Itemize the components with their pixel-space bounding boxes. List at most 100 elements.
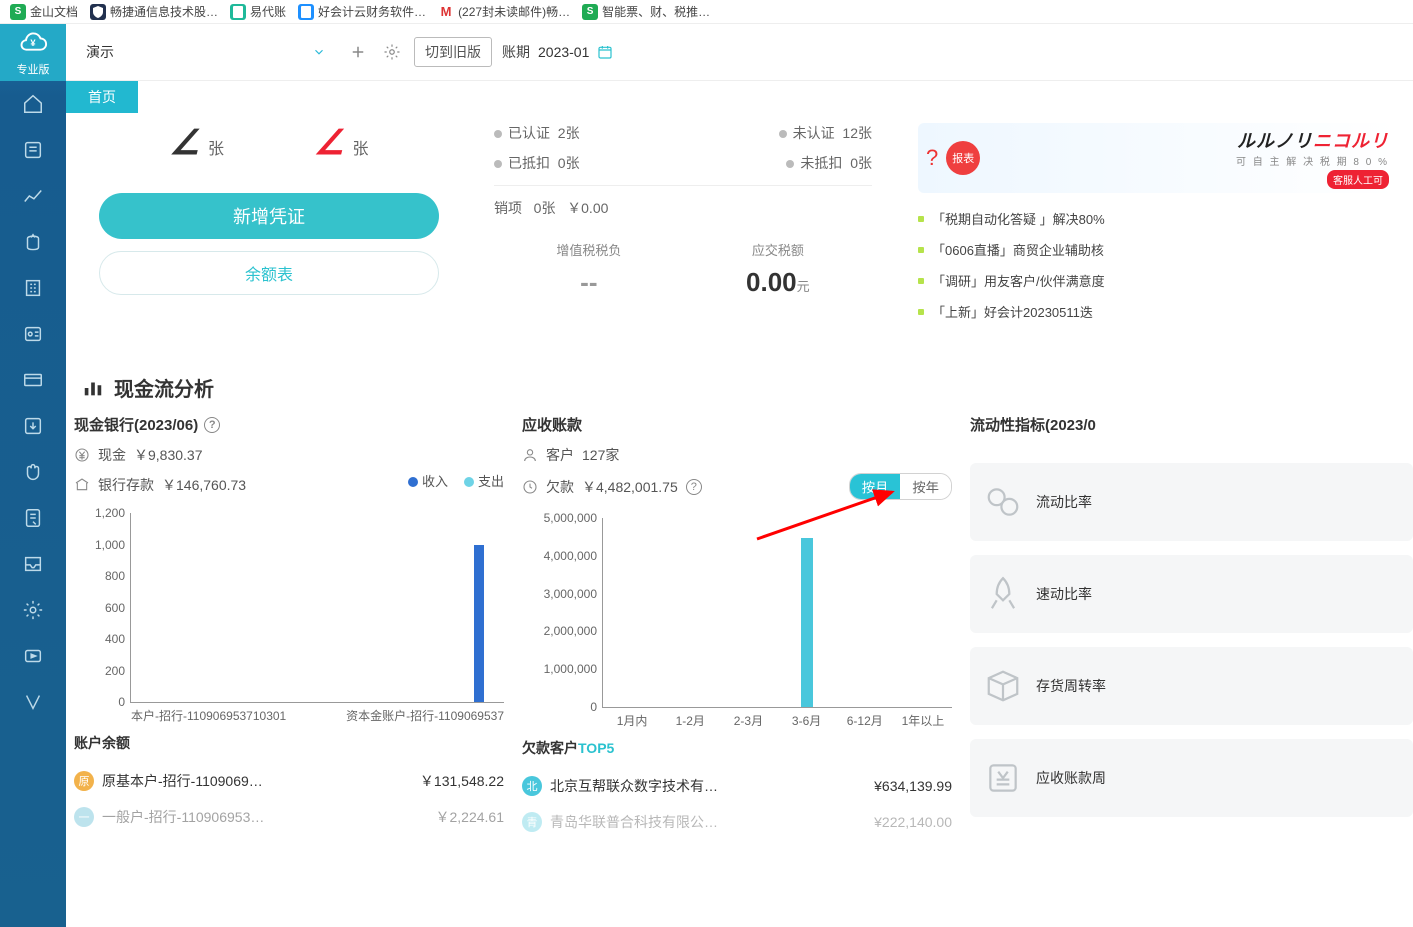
bookmark-icon: S xyxy=(582,4,598,20)
box-icon xyxy=(984,667,1022,705)
chevron-down-icon xyxy=(312,45,326,59)
ar-aging-chart: 0 1,000,000 2,000,000 3,000,000 4,000,00… xyxy=(602,518,952,708)
cash-label: 现金 xyxy=(98,445,126,465)
news-item[interactable]: 「税期自动化答疑 」解决80% xyxy=(918,203,1397,234)
nav-bank[interactable] xyxy=(0,357,66,403)
voucher-count-icon: ∠ xyxy=(314,123,344,163)
nav-v[interactable] xyxy=(0,679,66,725)
doc-icon xyxy=(298,4,314,20)
liquidity-card-quick-ratio[interactable]: 速动比率 xyxy=(970,555,1413,633)
cash-bank-chart: 0 200 400 600 800 1,000 1,200 本户-招行-1109… xyxy=(130,513,504,703)
nav-download[interactable] xyxy=(0,403,66,449)
help-icon[interactable]: ? xyxy=(686,479,702,495)
calendar-icon xyxy=(597,44,613,60)
customer-amount: ¥634,139.99 xyxy=(874,778,952,794)
new-voucher-button[interactable]: 新增凭证 xyxy=(99,193,439,239)
bank-label: 银行存款 xyxy=(98,475,154,495)
sales-label: 销项 xyxy=(494,200,522,216)
bookmark-item[interactable]: S 智能票、财、税推… xyxy=(582,3,710,20)
news-item[interactable]: 「0606直播」商贸企业辅助核 xyxy=(918,234,1397,265)
nav-voucher[interactable] xyxy=(0,127,66,173)
legend-out: 支出 xyxy=(478,474,504,489)
content: ∠ 张 ∠ 张 新增凭证 余额表 已认证 2张 xyxy=(66,113,1413,927)
panel-title-text: 流动性指标(2023/0 xyxy=(970,414,1413,435)
tab-home[interactable]: 首页 xyxy=(66,81,138,113)
legend-in: 收入 xyxy=(422,474,448,489)
bookmark-item[interactable]: 易代账 xyxy=(230,3,286,20)
news-banner[interactable]: ? 报表 ルルノリニコルリ 可 自 主 解 决 税 期 8 0 % 客服人工可 xyxy=(918,123,1397,193)
tax-label: 已抵扣 xyxy=(508,155,550,171)
liq-label: 应收账款周 xyxy=(1036,768,1106,788)
nav-inbox[interactable] xyxy=(0,541,66,587)
liquidity-card-current-ratio[interactable]: 流动比率 xyxy=(970,463,1413,541)
toggle-year-button[interactable]: 按年 xyxy=(900,474,951,499)
news-text: 「上新」好会计20230511迭 xyxy=(932,302,1093,321)
period-picker[interactable]: 账期 2023-01 xyxy=(502,42,613,62)
account-badge: 原 xyxy=(74,771,94,791)
account-amount: ￥131,548.22 xyxy=(420,771,504,791)
customer-name: 北京互帮联众数字技术有… xyxy=(550,776,718,796)
nav-receipt[interactable] xyxy=(0,495,66,541)
nav-money[interactable] xyxy=(0,219,66,265)
tax-value: 2张 xyxy=(558,125,580,141)
owe-label: 欠款 xyxy=(546,477,574,497)
sales-amount: ￥0.00 xyxy=(567,200,608,216)
nav-report[interactable] xyxy=(0,173,66,219)
bookmark-item[interactable]: M (227封未读邮件)畅… xyxy=(438,3,570,20)
nav-building[interactable] xyxy=(0,265,66,311)
balance-sheet-button[interactable]: 余额表 xyxy=(99,251,439,295)
nav-tax[interactable] xyxy=(0,311,66,357)
top-customer-row[interactable]: 北 北京互帮联众数字技术有… ¥634,139.99 xyxy=(522,768,952,804)
bookmark-item[interactable]: 好会计云财务软件… xyxy=(298,3,426,20)
liquidity-card-ar-turnover[interactable]: 应收账款周 xyxy=(970,739,1413,817)
bar-3-6m xyxy=(801,538,813,707)
settings-button[interactable] xyxy=(380,40,404,64)
user-icon xyxy=(522,447,538,463)
liquidity-card-inventory-turnover[interactable]: 存货周转率 xyxy=(970,647,1413,725)
nav-home[interactable] xyxy=(0,81,66,127)
toggle-month-button[interactable]: 按月 xyxy=(850,474,901,499)
switch-old-version-button[interactable]: 切到旧版 xyxy=(414,37,492,67)
doc-icon xyxy=(230,4,246,20)
bar-chart-icon xyxy=(82,377,104,399)
org-select[interactable]: 演示 xyxy=(76,38,336,66)
account-balance-title: 账户余额 xyxy=(74,733,504,753)
help-icon[interactable]: ? xyxy=(204,417,220,433)
logo[interactable]: ¥ 专业版 xyxy=(0,24,66,81)
shield-icon xyxy=(90,4,106,20)
ratio-icon xyxy=(984,483,1022,521)
ar-panel: 应收账款 客户 127家 欠款 xyxy=(522,414,952,840)
yen-icon xyxy=(74,447,90,463)
bookmark-item[interactable]: S 金山文档 xyxy=(10,3,78,20)
svg-text:¥: ¥ xyxy=(30,37,36,47)
account-row[interactable]: 原 原基本户-招行-1109069… ￥131,548.22 xyxy=(74,763,504,799)
account-name: 原基本户-招行-1109069… xyxy=(102,771,263,791)
account-row[interactable]: 一 一般户-招行-110906953… ￥2,224.61 xyxy=(74,799,504,835)
voucher-count-icon: ∠ xyxy=(170,123,200,163)
top-customer-row[interactable]: 青 青岛华联普合科技有限公… ¥222,140.00 xyxy=(522,804,952,840)
liquidity-panel: 流动性指标(2023/0 流动比率 速动比率 存货周转率 xyxy=(970,414,1413,840)
sales-count: 0张 xyxy=(534,200,556,216)
tax-label: 未抵扣 xyxy=(800,155,842,171)
customer-badge: 北 xyxy=(522,776,542,796)
tax-due-label: 应交税额 xyxy=(746,240,810,259)
news-item[interactable]: 「调研」用友客户/伙伴满意度 xyxy=(918,265,1397,296)
add-button[interactable] xyxy=(346,40,370,64)
nav-settings[interactable] xyxy=(0,587,66,633)
nav-video[interactable] xyxy=(0,633,66,679)
customer-label: 客户 xyxy=(546,445,574,465)
nav-hand[interactable] xyxy=(0,449,66,495)
tax-card: 已认证 2张 未认证 12张 已抵扣 0张 未抵扣 0张 销项 0张 ￥0.00 xyxy=(478,113,888,343)
customer-amount: ¥222,140.00 xyxy=(874,814,952,830)
bookmark-item[interactable]: 畅捷通信息技术股… xyxy=(90,3,218,20)
bookmarks-bar: S 金山文档 畅捷通信息技术股… 易代账 好会计云财务软件… M (227封未读… xyxy=(0,0,1413,24)
vat-burden-value: -- xyxy=(556,267,621,298)
vat-burden-label: 增值税税负 xyxy=(556,240,621,259)
bookmark-icon: S xyxy=(10,4,26,20)
news-item[interactable]: 「上新」好会计20230511迭 xyxy=(918,296,1397,327)
panel-title-text: 应收账款 xyxy=(522,414,952,435)
org-select-label: 演示 xyxy=(86,42,114,62)
customer-name: 青岛华联普合科技有限公… xyxy=(550,812,718,832)
banner-cta[interactable]: 客服人工可 xyxy=(1327,170,1389,189)
x-axis-labels: 本户-招行-110906953710301 资本金账户-招行-110906953… xyxy=(131,707,504,724)
